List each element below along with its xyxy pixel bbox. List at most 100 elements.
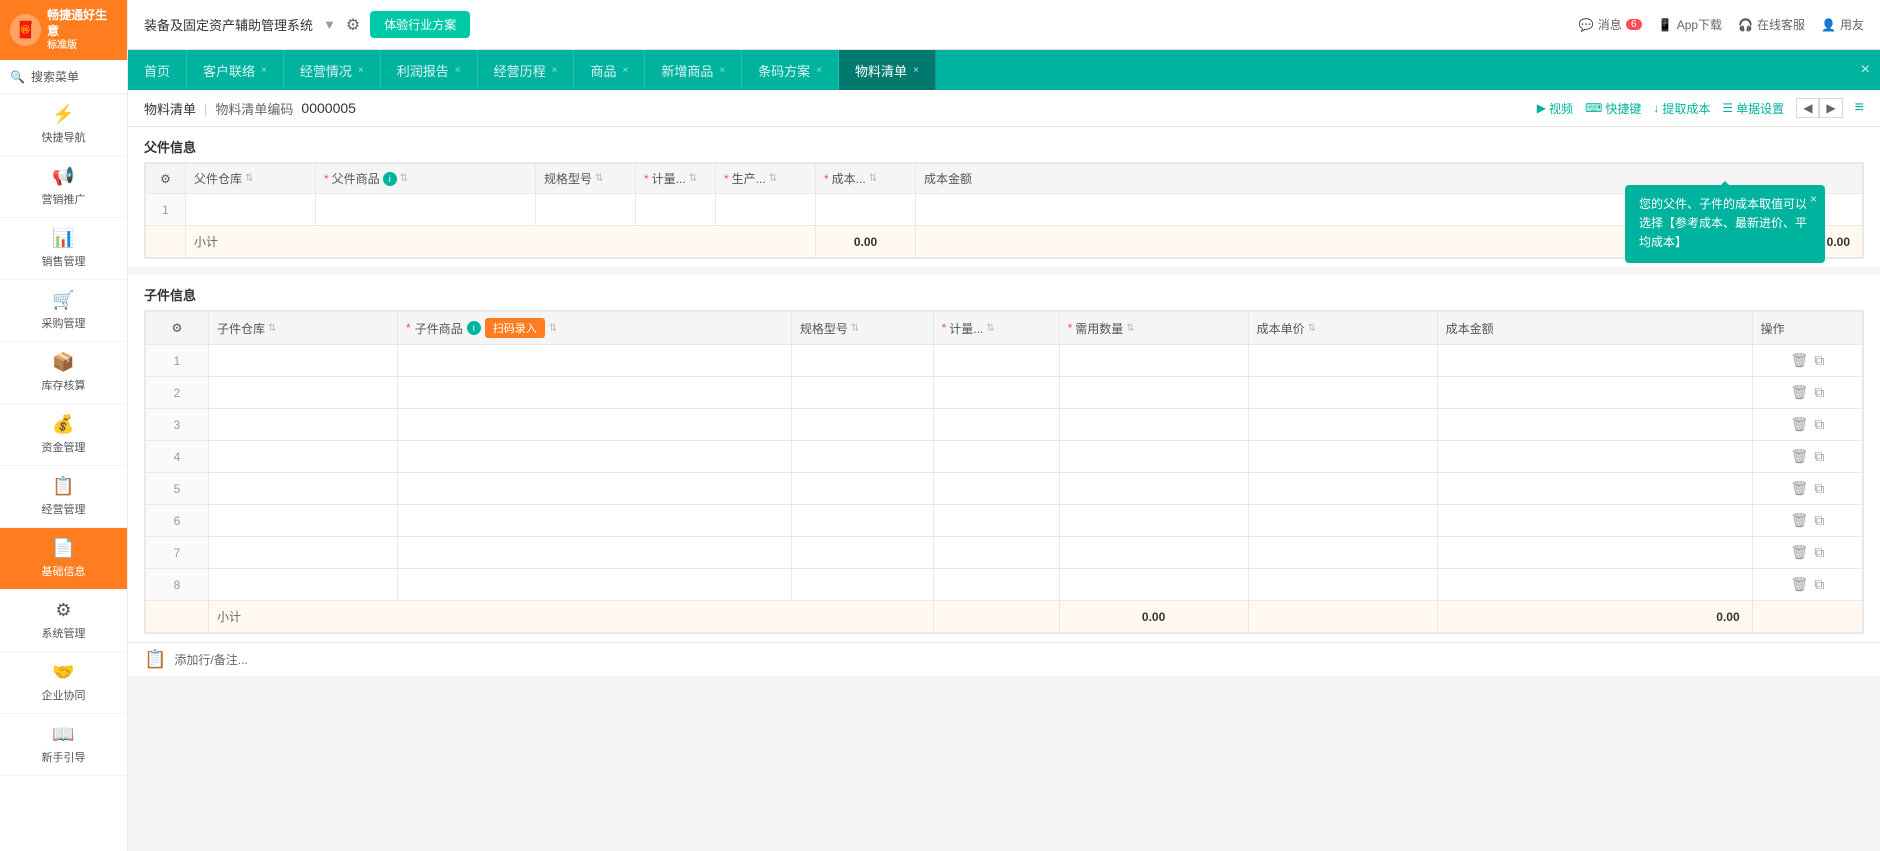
extract-cost-action[interactable]: ↓ 提取成本 [1653,100,1710,117]
child-row-cost-amount-7[interactable] [1437,537,1752,569]
sidebar-item-system[interactable]: ⚙ 系统管理 [0,590,127,652]
tab-close-operations-history[interactable]: × [552,65,558,76]
delete-row-button[interactable]: 🗑 [1790,544,1808,561]
sort-icon[interactable]: ⇅ [245,173,253,184]
parent-row-production-1[interactable] [716,194,816,226]
parent-row-cost-1[interactable] [816,194,916,226]
child-row-quantity-4[interactable] [1059,441,1248,473]
close-all-tabs-button[interactable]: × [1851,61,1880,79]
child-row-warehouse-7[interactable] [209,537,398,569]
message-button[interactable]: 💬 消息 6 [1579,16,1642,33]
prev-doc-button[interactable]: ◀ [1796,98,1819,118]
child-row-unit-1[interactable] [933,345,1059,377]
parent-row-unit-1[interactable] [636,194,716,226]
child-row-unit-cost-4[interactable] [1248,441,1437,473]
child-row-warehouse-8[interactable] [209,569,398,601]
child-row-unit-7[interactable] [933,537,1059,569]
copy-row-button[interactable]: ⧉ [1814,512,1824,529]
tab-home[interactable]: 首页 [128,50,187,90]
child-row-unit-cost-5[interactable] [1248,473,1437,505]
tab-customer[interactable]: 客户联络 × [187,50,284,90]
tab-barcode[interactable]: 条码方案 × [742,50,839,90]
tooltip-close-button[interactable]: × [1810,190,1817,209]
child-col-settings[interactable]: ⚙ [146,312,209,345]
child-row-spec-3[interactable] [791,409,933,441]
child-row-cost-amount-6[interactable] [1437,505,1752,537]
tab-close-goods[interactable]: × [622,65,628,76]
sort-icon-unit[interactable]: ⇅ [689,173,697,184]
child-row-quantity-1[interactable] [1059,345,1248,377]
user-button[interactable]: 👤 用友 [1821,16,1864,33]
tab-close-operations-status[interactable]: × [358,65,364,76]
shortcut-action[interactable]: ⌨ 快捷键 [1585,100,1641,117]
child-row-cost-amount-3[interactable] [1437,409,1752,441]
tab-profit-report[interactable]: 利润报告 × [381,50,478,90]
copy-row-button[interactable]: ⧉ [1814,480,1824,497]
child-row-unit-cost-8[interactable] [1248,569,1437,601]
app-download-button[interactable]: 📱 App下载 [1658,16,1722,33]
child-row-goods-8[interactable] [398,569,792,601]
tab-operations-history[interactable]: 经营历程 × [478,50,575,90]
child-row-spec-2[interactable] [791,377,933,409]
child-sort-unit[interactable]: ⇅ [986,323,994,334]
child-row-warehouse-2[interactable] [209,377,398,409]
sidebar-item-basic-info[interactable]: 📄 基础信息 [0,528,127,590]
dropdown-arrow-icon[interactable]: ▼ [323,17,336,32]
child-row-unit-cost-1[interactable] [1248,345,1437,377]
child-row-goods-6[interactable] [398,505,792,537]
parent-row-spec-1[interactable] [536,194,636,226]
child-row-warehouse-5[interactable] [209,473,398,505]
parent-row-warehouse-1[interactable] [186,194,316,226]
tab-new-goods[interactable]: 新增商品 × [645,50,742,90]
online-service-button[interactable]: 🎧 在线客服 [1738,16,1805,33]
child-row-cost-amount-2[interactable] [1437,377,1752,409]
child-row-unit-4[interactable] [933,441,1059,473]
copy-row-button[interactable]: ⧉ [1814,544,1824,561]
tab-close-profit-report[interactable]: × [455,65,461,76]
tab-close-barcode[interactable]: × [816,65,822,76]
child-row-warehouse-1[interactable] [209,345,398,377]
child-row-unit-cost-2[interactable] [1248,377,1437,409]
child-row-unit-3[interactable] [933,409,1059,441]
child-sort-spec[interactable]: ⇅ [851,323,859,334]
copy-row-button[interactable]: ⧉ [1814,576,1824,593]
sidebar-item-inventory[interactable]: 📦 库存核算 [0,342,127,404]
next-doc-button[interactable]: ▶ [1819,98,1842,118]
sidebar-item-operations[interactable]: 📋 经营管理 [0,466,127,528]
sort-icon-cost[interactable]: ⇅ [869,173,877,184]
child-row-spec-4[interactable] [791,441,933,473]
child-row-goods-1[interactable] [398,345,792,377]
delete-row-button[interactable]: 🗑 [1790,416,1808,433]
child-row-goods-5[interactable] [398,473,792,505]
child-row-quantity-5[interactable] [1059,473,1248,505]
scan-button[interactable]: 扫码录入 [485,318,545,338]
child-row-unit-cost-3[interactable] [1248,409,1437,441]
child-row-quantity-7[interactable] [1059,537,1248,569]
child-row-cost-amount-5[interactable] [1437,473,1752,505]
parent-col-settings[interactable]: ⚙ [146,164,186,194]
copy-row-button[interactable]: ⧉ [1814,352,1824,369]
sidebar-search[interactable]: 🔍 搜索菜单 [0,60,127,94]
child-sort-warehouse[interactable]: ⇅ [268,323,276,334]
child-row-goods-7[interactable] [398,537,792,569]
child-row-unit-6[interactable] [933,505,1059,537]
child-row-unit-2[interactable] [933,377,1059,409]
child-sort-goods[interactable]: ⇅ [549,323,557,334]
sidebar-item-purchase[interactable]: 🛒 采购管理 [0,280,127,342]
copy-row-button[interactable]: ⧉ [1814,384,1824,401]
sort-icon-production[interactable]: ⇅ [769,173,777,184]
tab-goods[interactable]: 商品 × [574,50,645,90]
trial-button[interactable]: 体验行业方案 [370,11,470,38]
layout-icon[interactable]: ≡ [1855,99,1864,117]
child-sort-quantity[interactable]: ⇅ [1126,323,1134,334]
delete-row-button[interactable]: 🗑 [1790,576,1808,593]
single-settings-action[interactable]: ☰ 单据设置 [1722,100,1784,117]
child-row-warehouse-6[interactable] [209,505,398,537]
tab-operations-status[interactable]: 经营情况 × [284,50,381,90]
child-row-warehouse-4[interactable] [209,441,398,473]
child-row-unit-8[interactable] [933,569,1059,601]
child-row-quantity-2[interactable] [1059,377,1248,409]
child-row-goods-2[interactable] [398,377,792,409]
child-row-cost-amount-8[interactable] [1437,569,1752,601]
sort-icon-spec[interactable]: ⇅ [595,173,603,184]
